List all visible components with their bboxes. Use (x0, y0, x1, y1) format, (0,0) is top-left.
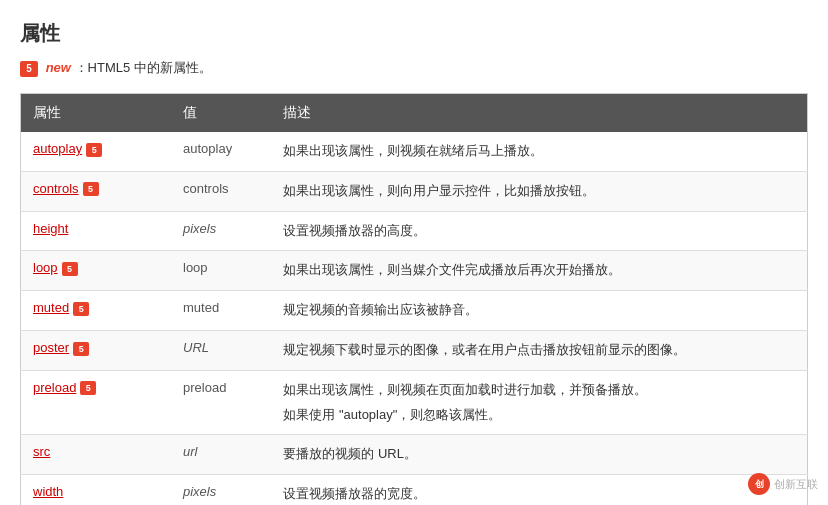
watermark-logo: 创 (748, 473, 770, 495)
table-row: controls5controls如果出现该属性，则向用户显示控件，比如播放按钮… (21, 171, 808, 211)
new-badge-row: 5 new ：HTML5 中的新属性。 (20, 59, 808, 77)
value-cell: URL (171, 330, 271, 370)
col-val: 值 (171, 94, 271, 133)
attr-link[interactable]: height (33, 221, 68, 236)
value-cell: pixels (171, 475, 271, 505)
desc-cell: 如果出现该属性，则向用户显示控件，比如播放按钮。 (271, 171, 807, 211)
table-row: muted5muted规定视频的音频输出应该被静音。 (21, 291, 808, 331)
attr-link[interactable]: loop (33, 260, 58, 275)
table-header-row: 属性 值 描述 (21, 94, 808, 133)
attr-link[interactable]: preload (33, 380, 76, 395)
new-label: new (46, 60, 71, 75)
attr-link[interactable]: poster (33, 340, 69, 355)
attr-cell: height (21, 211, 172, 251)
h5-badge: 5 (83, 182, 99, 196)
attr-cell: preload 5 (21, 370, 172, 435)
table-row: autoplay5autoplay如果出现该属性，则视频在就绪后马上播放。 (21, 132, 808, 171)
h5-badge: 5 (73, 302, 89, 316)
desc-cell: 要播放的视频的 URL。 (271, 435, 807, 475)
value-cell: url (171, 435, 271, 475)
watermark-text: 创新互联 (774, 477, 818, 492)
desc-cell: 如果出现该属性，则当媒介文件完成播放后再次开始播放。 (271, 251, 807, 291)
table-row: width pixels设置视频播放器的宽度。 (21, 475, 808, 505)
desc-cell: 如果出现该属性，则视频在就绪后马上播放。 (271, 132, 807, 171)
desc-cell: 设置视频播放器的宽度。 (271, 475, 807, 505)
table-row: loop5loop如果出现该属性，则当媒介文件完成播放后再次开始播放。 (21, 251, 808, 291)
desc-cell: 如果出现该属性，则视频在页面加载时进行加载，并预备播放。如果使用 "autopl… (271, 370, 807, 435)
value-cell: preload (171, 370, 271, 435)
table-row: src url要播放的视频的 URL。 (21, 435, 808, 475)
value-cell: pixels (171, 211, 271, 251)
attributes-table: 属性 值 描述 autoplay5autoplay如果出现该属性，则视频在就绪后… (20, 93, 808, 505)
h5-badge: 5 (86, 143, 102, 157)
attr-link[interactable]: autoplay (33, 141, 82, 156)
col-desc: 描述 (271, 94, 807, 133)
attr-cell: muted 5 (21, 291, 172, 331)
attr-cell: width (21, 475, 172, 505)
h5-badge: 5 (73, 342, 89, 356)
table-row: poster 5 URL规定视频下载时显示的图像，或者在用户点击播放按钮前显示的图像… (21, 330, 808, 370)
new-badge-icon: 5 (20, 61, 38, 77)
h5-badge: 5 (62, 262, 78, 276)
attr-cell: poster 5 (21, 330, 172, 370)
attr-cell: autoplay 5 (21, 132, 172, 171)
attr-cell: controls 5 (21, 171, 172, 211)
desc-cell: 规定视频下载时显示的图像，或者在用户点击播放按钮前显示的图像。 (271, 330, 807, 370)
col-attr: 属性 (21, 94, 172, 133)
value-cell: autoplay (171, 132, 271, 171)
h5-badge: 5 (80, 381, 96, 395)
attr-link[interactable]: src (33, 444, 50, 459)
value-cell: controls (171, 171, 271, 211)
table-row: height pixels设置视频播放器的高度。 (21, 211, 808, 251)
attr-cell: loop 5 (21, 251, 172, 291)
attr-cell: src (21, 435, 172, 475)
desc-cell: 设置视频播放器的高度。 (271, 211, 807, 251)
attr-link[interactable]: width (33, 484, 63, 499)
watermark: 创 创新互联 (748, 473, 818, 495)
value-cell: loop (171, 251, 271, 291)
desc-cell: 规定视频的音频输出应该被静音。 (271, 291, 807, 331)
attr-link[interactable]: controls (33, 181, 79, 196)
attr-link[interactable]: muted (33, 300, 69, 315)
new-desc: ：HTML5 中的新属性。 (75, 60, 212, 75)
value-cell: muted (171, 291, 271, 331)
table-row: preload5preload如果出现该属性，则视频在页面加载时进行加载，并预备… (21, 370, 808, 435)
page-title: 属性 (20, 20, 808, 47)
